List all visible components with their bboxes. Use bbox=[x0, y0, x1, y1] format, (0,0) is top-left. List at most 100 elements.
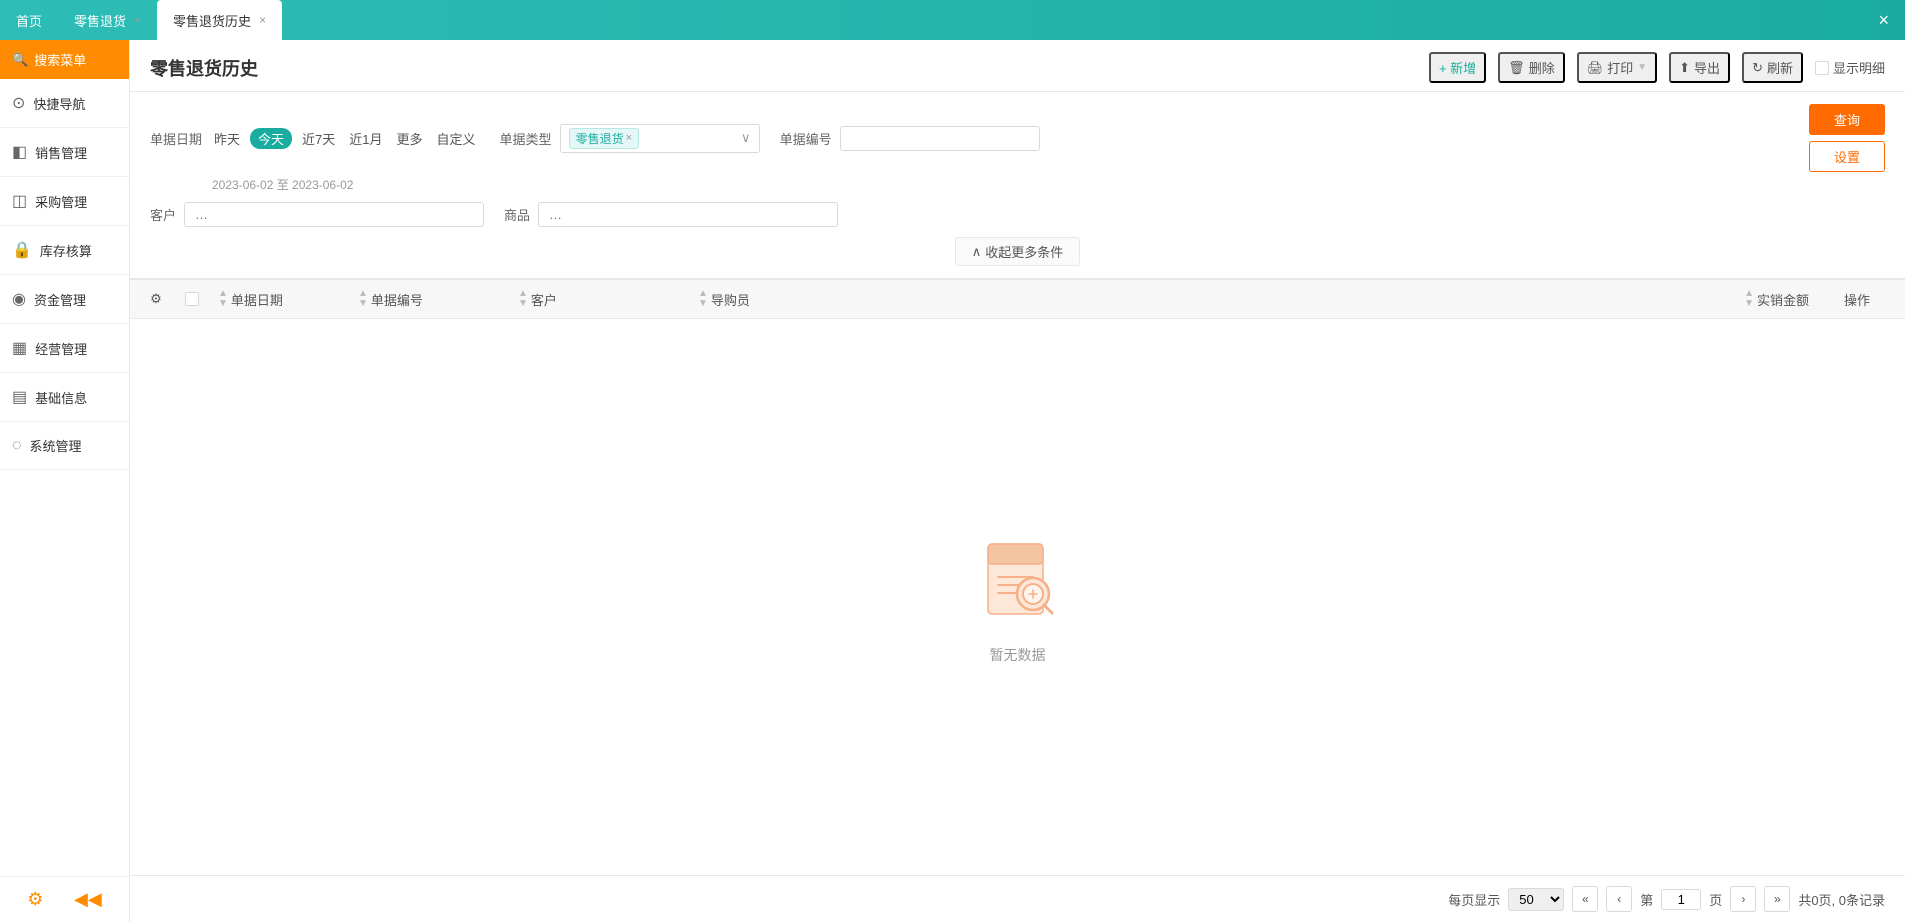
tab-retail-return[interactable]: 零售退货 × bbox=[58, 0, 157, 40]
close-all-tabs-button[interactable]: × bbox=[1862, 10, 1905, 31]
sidebar-item-sales-label: 销售管理 bbox=[35, 143, 87, 162]
query-button[interactable]: 查询 bbox=[1809, 104, 1885, 135]
sidebar-item-inventory[interactable]: 🔒 库存核算 bbox=[0, 226, 129, 275]
customer-label: 客户 bbox=[150, 205, 176, 224]
date-shortcut-yesterday[interactable]: 昨天 bbox=[210, 128, 244, 149]
date-shortcut-more[interactable]: 更多 bbox=[393, 128, 427, 149]
doc-type-tag: 零售退货 × bbox=[569, 128, 639, 149]
doc-type-tag-text: 零售退货 bbox=[576, 130, 624, 147]
th-docno[interactable]: ▲▼ 单据编号 bbox=[350, 289, 510, 309]
sidebar-sound-icon[interactable]: ◀◀ bbox=[74, 889, 102, 910]
refresh-button-label: 刷新 bbox=[1767, 58, 1793, 77]
th-guide[interactable]: ▲▼ 导购员 bbox=[690, 289, 830, 309]
top-nav-tabs: 首页 零售退货 × 零售退货历史 × bbox=[0, 0, 1862, 40]
date-range-text: 2023-06-02 至 2023-06-02 bbox=[212, 178, 353, 192]
new-button[interactable]: + 新增 bbox=[1429, 52, 1486, 83]
filter-row-1: 单据日期 昨天 今天 近7天 近1月 更多 自定义 单据类型 bbox=[150, 104, 1885, 172]
th-date[interactable]: ▲▼ 单据日期 bbox=[210, 289, 350, 309]
export-button-label: 导出 bbox=[1694, 58, 1720, 77]
sidebar-item-quick-nav-label: 快捷导航 bbox=[33, 94, 85, 113]
sidebar-item-finance[interactable]: ◉ 资金管理 bbox=[0, 275, 129, 324]
th-guide-label: 导购员 bbox=[711, 290, 750, 309]
page-header: 零售退货历史 + 新增 🗑 删除 🖨 打印 ▼ ⬆ 导出 bbox=[130, 40, 1905, 92]
finance-icon: ◉ bbox=[12, 289, 26, 309]
refresh-button[interactable]: ↻ 刷新 bbox=[1742, 52, 1803, 83]
tab-home[interactable]: 首页 bbox=[0, 0, 58, 40]
date-shortcut-today[interactable]: 今天 bbox=[250, 128, 292, 149]
next-page-button[interactable]: › bbox=[1730, 886, 1756, 912]
date-shortcut-1month[interactable]: 近1月 bbox=[345, 128, 386, 149]
sidebar-bottom: ⚙ ◀◀ bbox=[0, 876, 129, 922]
settings-icon: ⚙ bbox=[150, 291, 162, 307]
sidebar-item-purchase[interactable]: ◫ 采购管理 bbox=[0, 177, 129, 226]
export-button[interactable]: ⬆ 导出 bbox=[1669, 52, 1730, 83]
show-detail-toggle[interactable]: 显示明细 bbox=[1815, 58, 1885, 77]
doc-type-select[interactable]: 零售退货 × ∨ bbox=[560, 124, 760, 153]
operations-icon: ▦ bbox=[12, 338, 27, 358]
filter-row-2: 客户 商品 bbox=[150, 202, 1885, 227]
page-jump-label: 第 bbox=[1640, 890, 1653, 909]
sidebar-search[interactable]: 🔍 搜索菜单 bbox=[0, 40, 129, 79]
page-title: 零售退货历史 bbox=[150, 55, 258, 81]
goods-label: 商品 bbox=[504, 205, 530, 224]
sidebar-settings-icon[interactable]: ⚙ bbox=[27, 889, 43, 910]
doc-type-label: 单据类型 bbox=[500, 129, 552, 148]
goods-input[interactable] bbox=[538, 202, 838, 227]
search-icon: 🔍 bbox=[12, 52, 28, 68]
th-sort-icon-date: ▲▼ bbox=[218, 289, 228, 309]
system-icon: ◌ bbox=[12, 437, 22, 455]
doc-number-input[interactable] bbox=[840, 126, 1040, 151]
page-number-input[interactable] bbox=[1661, 889, 1701, 910]
sidebar-item-operations[interactable]: ▦ 经营管理 bbox=[0, 324, 129, 373]
th-action-label: 操作 bbox=[1844, 290, 1870, 309]
customer-input[interactable] bbox=[184, 202, 484, 227]
tab-retail-return-history[interactable]: 零售退货历史 × bbox=[157, 0, 282, 40]
collapse-row: ∧ 收起更多条件 bbox=[150, 237, 1885, 266]
total-text: 共0页, 0条记录 bbox=[1798, 890, 1885, 909]
date-shortcut-custom[interactable]: 自定义 bbox=[433, 128, 480, 149]
date-shortcut-7days[interactable]: 近7天 bbox=[298, 128, 339, 149]
show-detail-checkbox[interactable] bbox=[1815, 61, 1829, 75]
delete-button[interactable]: 🗑 删除 bbox=[1498, 52, 1565, 83]
page-size-select[interactable]: 10 20 50 100 bbox=[1508, 888, 1564, 911]
th-sort-icon-docno: ▲▼ bbox=[358, 289, 368, 309]
table-container: ⚙ ▲▼ 单据日期 ▲▼ 单据编号 ▲▼ 客户 ▲▼ bbox=[130, 279, 1905, 922]
th-action: 操作 bbox=[1817, 290, 1897, 309]
sales-icon: ◧ bbox=[12, 142, 27, 162]
pagination: 每页显示 10 20 50 100 « ‹ 第 页 › » 共0页, 0条记录 bbox=[130, 875, 1905, 922]
th-amount-label: 实销金额 bbox=[1757, 290, 1809, 309]
main-layout: 🔍 搜索菜单 ⊙ 快捷导航 ◧ 销售管理 ◫ 采购管理 🔒 库存核算 ◉ 资金管… bbox=[0, 40, 1905, 922]
prev-page-button[interactable]: ‹ bbox=[1606, 886, 1632, 912]
sidebar-item-quick-nav[interactable]: ⊙ 快捷导航 bbox=[0, 79, 129, 128]
tab-retail-return-history-close[interactable]: × bbox=[259, 13, 266, 27]
sidebar-item-basic-info[interactable]: ▤ 基础信息 bbox=[0, 373, 129, 422]
sidebar: 🔍 搜索菜单 ⊙ 快捷导航 ◧ 销售管理 ◫ 采购管理 🔒 库存核算 ◉ 资金管… bbox=[0, 40, 130, 922]
sidebar-item-sales[interactable]: ◧ 销售管理 bbox=[0, 128, 129, 177]
th-amount[interactable]: ▲▼ 实销金额 bbox=[1697, 289, 1817, 309]
first-page-button[interactable]: « bbox=[1572, 886, 1598, 912]
th-sort-icon-guide: ▲▼ bbox=[698, 289, 708, 309]
last-page-button[interactable]: » bbox=[1764, 886, 1790, 912]
sidebar-item-purchase-label: 采购管理 bbox=[35, 192, 87, 211]
print-button[interactable]: 🖨 打印 ▼ bbox=[1577, 52, 1657, 83]
sidebar-item-inventory-label: 库存核算 bbox=[40, 241, 92, 260]
print-dropdown-icon: ▼ bbox=[1637, 62, 1647, 73]
doc-date-label: 单据日期 bbox=[150, 129, 202, 148]
filter-doc-type: 单据类型 零售退货 × ∨ bbox=[500, 124, 760, 153]
new-button-label: + 新增 bbox=[1439, 58, 1476, 77]
doc-type-remove[interactable]: × bbox=[626, 132, 632, 144]
page-size-label: 每页显示 bbox=[1448, 890, 1500, 909]
sidebar-item-basic-info-label: 基础信息 bbox=[35, 388, 87, 407]
sidebar-item-system[interactable]: ◌ 系统管理 bbox=[0, 422, 129, 470]
th-checkbox[interactable] bbox=[174, 292, 210, 306]
empty-text: 暂无数据 bbox=[990, 645, 1046, 665]
th-checkbox-control[interactable] bbox=[185, 292, 199, 306]
tab-retail-return-close[interactable]: × bbox=[134, 13, 141, 27]
collapse-button[interactable]: ∧ 收起更多条件 bbox=[955, 237, 1081, 266]
set-button[interactable]: 设置 bbox=[1809, 141, 1885, 172]
th-settings[interactable]: ⚙ bbox=[138, 291, 174, 307]
th-customer[interactable]: ▲▼ 客户 bbox=[510, 289, 690, 309]
refresh-icon: ↻ bbox=[1752, 60, 1763, 76]
print-icon: 🖨 bbox=[1587, 60, 1604, 76]
sidebar-search-label: 搜索菜单 bbox=[34, 50, 86, 69]
